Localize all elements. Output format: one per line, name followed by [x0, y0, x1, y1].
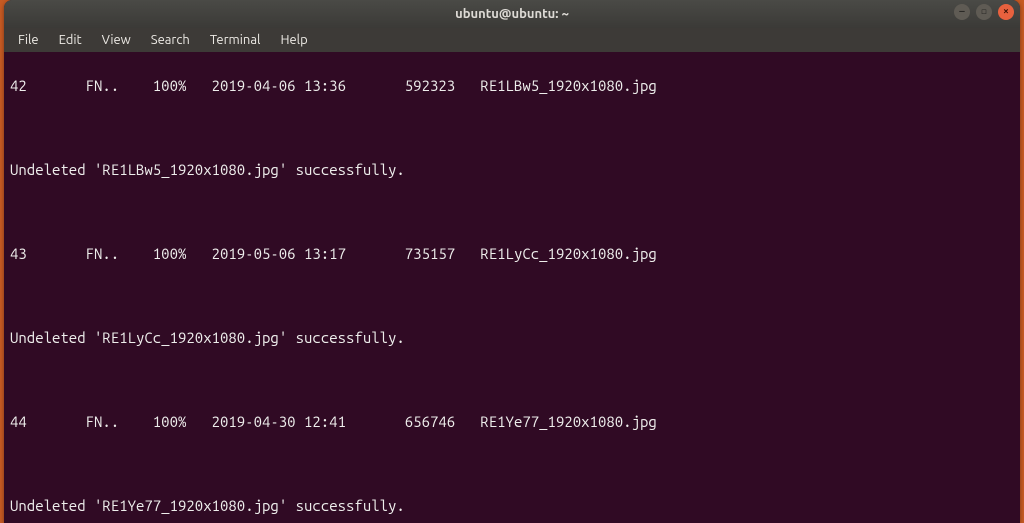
- menu-view[interactable]: View: [94, 31, 139, 49]
- blank-line: [10, 201, 1014, 222]
- titlebar: ubuntu@ubuntu: ~ – ◻ ×: [4, 0, 1020, 28]
- col-idx: 42: [10, 75, 86, 96]
- col-flag: FN..: [86, 243, 153, 264]
- table-row: 43FN..100%2019-05-06 13:17735157RE1LyCc_…: [10, 243, 1014, 264]
- col-idx: 44: [10, 411, 86, 432]
- msg-file: RE1LBw5_1920x1080.jpg: [102, 161, 278, 178]
- msg-post: ' successfully.: [279, 161, 405, 178]
- col-date: 2019-04-06 13:36: [212, 75, 372, 96]
- undelete-msg: Undeleted 'RE1LBw5_1920x1080.jpg' succes…: [10, 159, 1014, 180]
- col-flag: FN..: [86, 75, 153, 96]
- undelete-msg: Undeleted 'RE1Ye77_1920x1080.jpg' succes…: [10, 495, 1014, 516]
- col-pct: 100%: [153, 411, 212, 432]
- blank-line: [10, 453, 1014, 474]
- col-size: 592323: [371, 75, 480, 96]
- col-name: RE1LyCc_1920x1080.jpg: [480, 245, 656, 262]
- col-name: RE1Ye77_1920x1080.jpg: [480, 413, 656, 430]
- blank-line: [10, 285, 1014, 306]
- msg-pre: Undeleted ': [10, 329, 102, 346]
- blank-line: [10, 369, 1014, 390]
- col-date: 2019-05-06 13:17: [212, 243, 372, 264]
- col-flag: FN..: [86, 411, 153, 432]
- col-idx: 43: [10, 243, 86, 264]
- col-date: 2019-04-30 12:41: [212, 411, 372, 432]
- msg-post: ' successfully.: [279, 329, 405, 346]
- maximize-icon[interactable]: ◻: [976, 4, 992, 20]
- window-title: ubuntu@ubuntu: ~: [4, 7, 1020, 21]
- menubar: File Edit View Search Terminal Help: [4, 28, 1020, 52]
- table-row: 42FN..100%2019-04-06 13:36592323RE1LBw5_…: [10, 75, 1014, 96]
- menu-edit[interactable]: Edit: [51, 31, 90, 49]
- menu-help[interactable]: Help: [272, 31, 315, 49]
- col-pct: 100%: [153, 75, 212, 96]
- undelete-msg: Undeleted 'RE1LyCc_1920x1080.jpg' succes…: [10, 327, 1014, 348]
- terminal-output[interactable]: 42FN..100%2019-04-06 13:36592323RE1LBw5_…: [4, 52, 1020, 523]
- minimize-icon[interactable]: –: [954, 4, 970, 20]
- window-buttons: – ◻ ×: [954, 4, 1014, 20]
- msg-pre: Undeleted ': [10, 161, 102, 178]
- col-size: 656746: [371, 411, 480, 432]
- blank-line: [10, 117, 1014, 138]
- col-name: RE1LBw5_1920x1080.jpg: [480, 77, 656, 94]
- msg-pre: Undeleted ': [10, 497, 102, 514]
- terminal-window: ubuntu@ubuntu: ~ – ◻ × File Edit View Se…: [4, 0, 1020, 523]
- msg-file: RE1LyCc_1920x1080.jpg: [102, 329, 278, 346]
- col-pct: 100%: [153, 243, 212, 264]
- menu-search[interactable]: Search: [143, 31, 198, 49]
- col-size: 735157: [371, 243, 480, 264]
- menu-file[interactable]: File: [10, 31, 47, 49]
- msg-post: ' successfully.: [279, 497, 405, 514]
- msg-file: RE1Ye77_1920x1080.jpg: [102, 497, 278, 514]
- table-row: 44FN..100%2019-04-30 12:41656746RE1Ye77_…: [10, 411, 1014, 432]
- close-icon[interactable]: ×: [998, 4, 1014, 20]
- menu-terminal[interactable]: Terminal: [202, 31, 269, 49]
